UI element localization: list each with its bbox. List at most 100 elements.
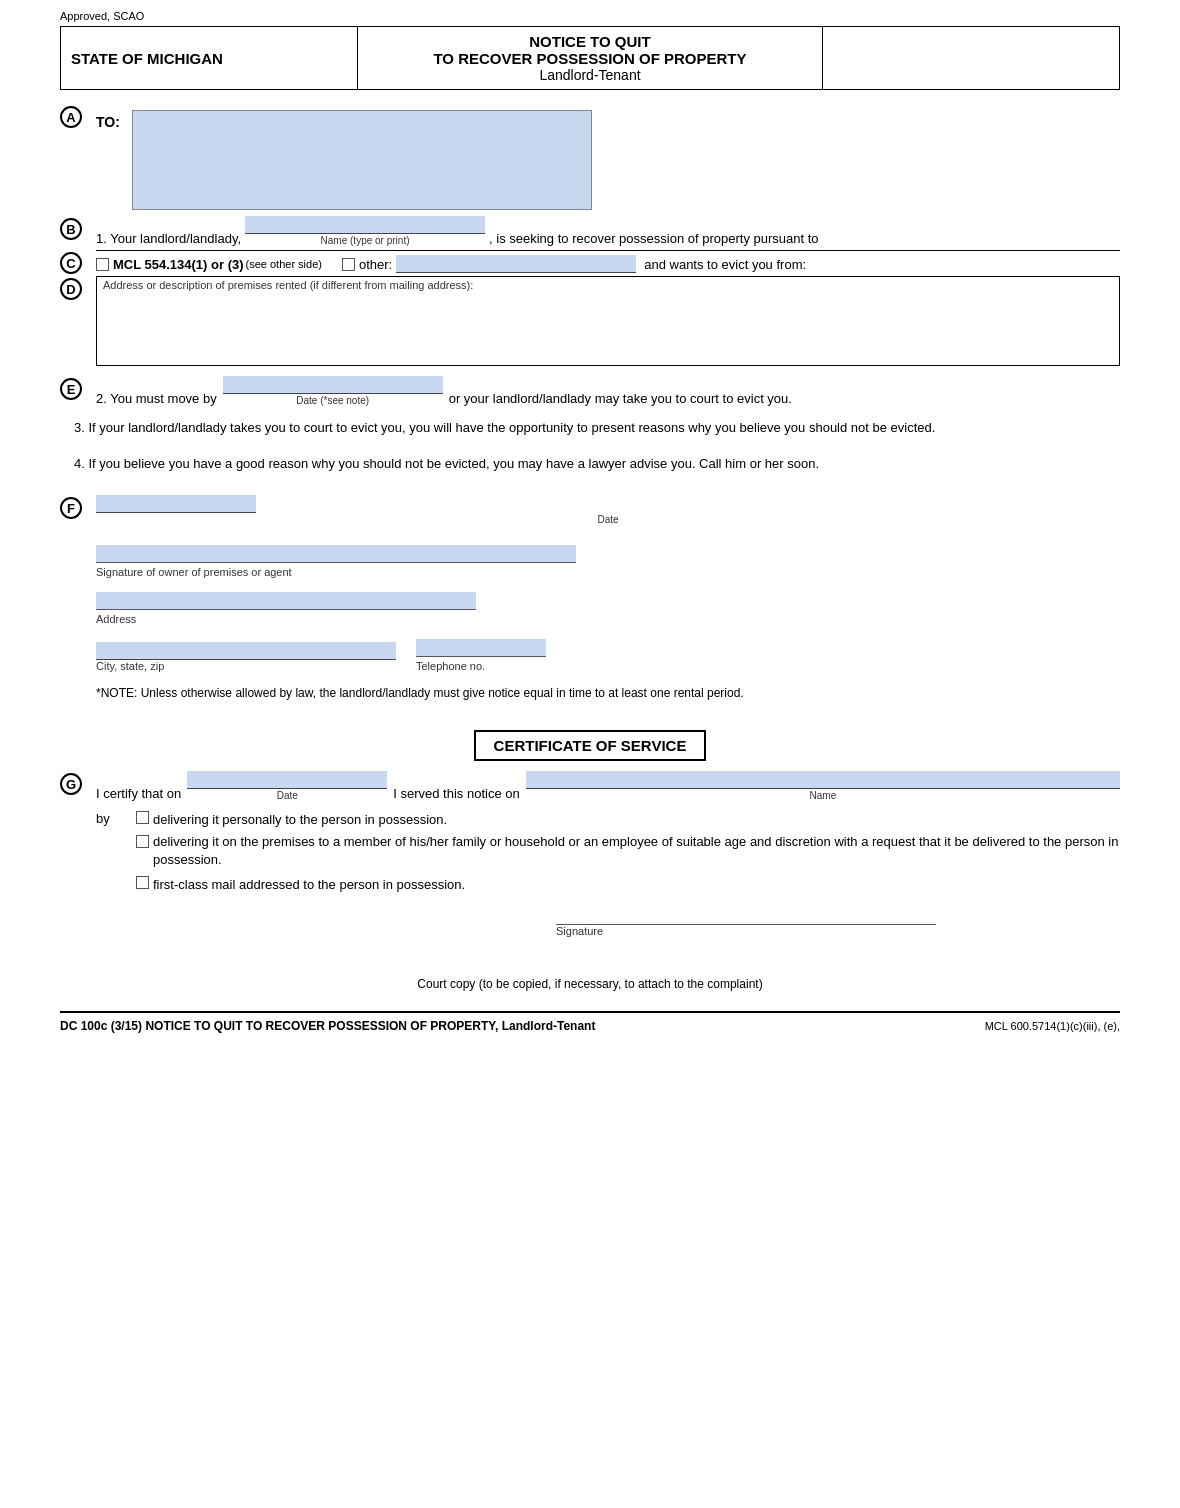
f-tel-field[interactable] <box>416 639 546 657</box>
f-date-label: Date <box>96 514 1120 525</box>
header-title1: NOTICE TO QUIT <box>368 33 813 50</box>
header-state: STATE OF MICHIGAN <box>61 27 358 90</box>
section-g-content: I certify that on Date I served this not… <box>96 771 1120 937</box>
footer-bar: DC 100c (3/15) NOTICE TO QUIT TO RECOVER… <box>60 1011 1120 1033</box>
f-city-tel-row: City, state, zip Telephone no. <box>96 639 1120 672</box>
cert-title-box: CERTIFICATE OF SERVICE <box>60 730 1120 761</box>
other-field[interactable] <box>396 255 636 273</box>
cert-name-field[interactable] <box>526 771 1120 789</box>
item3-text: 3. If your landlord/landlady takes you t… <box>60 418 1120 438</box>
section-c-side-label: C <box>60 250 96 274</box>
section-d-content: Address or description of premises rente… <box>96 276 1120 366</box>
footer-right: MCL 600.5714(1)(c)(iii), (e), <box>985 1020 1120 1032</box>
f-city-block: City, state, zip <box>96 642 396 672</box>
date-label-e: Date (*see note) <box>223 395 443 406</box>
certify-prefix: I certify that on <box>96 786 181 801</box>
to-label: TO: <box>96 114 124 130</box>
header-title3: Landlord-Tenant <box>368 67 813 83</box>
sig-owner-field[interactable] <box>96 545 576 563</box>
section-d-wrapper: Address or description of premises rente… <box>97 277 1119 365</box>
label-b: B <box>60 218 82 240</box>
label-f: F <box>60 497 82 519</box>
item1-row: 1. Your landlord/landlady, Name (type or… <box>96 216 1120 246</box>
to-address-field[interactable] <box>132 110 592 210</box>
mcl-checkbox[interactable] <box>96 258 109 271</box>
move-by-date-field[interactable] <box>223 376 443 394</box>
by-label: by <box>96 811 136 826</box>
section-b-side-label: B <box>60 216 96 240</box>
f-address-field[interactable] <box>96 592 476 610</box>
section-e: E 2. You must move by Date (*see note) o… <box>60 376 1120 406</box>
cert-date-label: Date <box>187 790 387 801</box>
section-a-content: TO: <box>96 104 1120 210</box>
header-right <box>823 27 1120 90</box>
section-f: F Date Signature of owner of premises or… <box>60 495 1120 700</box>
header-title2: TO RECOVER POSSESSION OF PROPERTY <box>368 50 813 67</box>
f-tel-label: Telephone no. <box>416 660 546 672</box>
premises-label: Address or description of premises rente… <box>103 279 1113 291</box>
delivery1-item: delivering it personally to the person i… <box>136 811 1120 829</box>
section-g: G I certify that on Date I served this n… <box>60 771 1120 937</box>
label-e: E <box>60 378 82 400</box>
f-date-block: Date <box>96 495 1120 525</box>
delivery1-checkbox[interactable] <box>136 811 149 824</box>
footer-form-title: NOTICE TO QUIT TO RECOVER POSSESSION OF … <box>145 1019 595 1033</box>
footer-left: DC 100c (3/15) NOTICE TO QUIT TO RECOVER… <box>60 1019 595 1033</box>
name-label: Name (type or print) <box>245 235 485 246</box>
delivery2-text: delivering it on the premises to a membe… <box>153 833 1120 869</box>
delivery3-item: first-class mail addressed to the person… <box>136 876 1120 894</box>
mcl-text: MCL 554.134(1) or (3) <box>113 257 244 272</box>
delivery3-checkbox[interactable] <box>136 876 149 889</box>
certificate-section: CERTIFICATE OF SERVICE G I certify that … <box>60 730 1120 937</box>
approved-label: Approved, SCAO <box>60 10 1120 22</box>
label-g: G <box>60 773 82 795</box>
other-label: other: <box>359 257 392 272</box>
item2-suffix: or your landlord/landlady may take you t… <box>449 391 792 406</box>
certify-row: I certify that on Date I served this not… <box>96 771 1120 801</box>
certify-middle: I served this notice on <box>393 786 519 801</box>
delivery1-text: delivering it personally to the person i… <box>153 811 447 829</box>
section-d-side-label: D <box>60 276 96 300</box>
cert-sig-label: Signature <box>556 925 1120 937</box>
section-c-row: MCL 554.134(1) or (3) (see other side) o… <box>96 250 1120 273</box>
premises-field[interactable] <box>103 291 1113 361</box>
cert-date-field[interactable] <box>187 771 387 789</box>
delivery3-text: first-class mail addressed to the person… <box>153 876 465 894</box>
delivery2-checkbox[interactable] <box>136 835 149 848</box>
landlord-name-field[interactable] <box>245 216 485 234</box>
item1-prefix: 1. Your landlord/landlady, <box>96 231 241 246</box>
item2-row: 2. You must move by Date (*see note) or … <box>96 376 1120 406</box>
section-a: A TO: <box>60 104 1120 210</box>
sig-owner-label: Signature of owner of premises or agent <box>96 566 1120 578</box>
by-row: by delivering it personally to the perso… <box>96 811 1120 894</box>
other-checkbox[interactable] <box>342 258 355 271</box>
item4-text: 4. If you believe you have a good reason… <box>60 454 1120 474</box>
section-f-side-label: F <box>60 495 96 519</box>
f-address-block: Address <box>96 592 1120 625</box>
footer-form-id: DC 100c (3/15) <box>60 1019 142 1033</box>
header-table: STATE OF MICHIGAN NOTICE TO QUIT TO RECO… <box>60 26 1120 90</box>
section-e-content: 2. You must move by Date (*see note) or … <box>96 376 1120 406</box>
f-note: *NOTE: Unless otherwise allowed by law, … <box>96 686 1120 700</box>
court-copy: Court copy (to be copied, if necessary, … <box>60 977 1120 991</box>
section-c-content: MCL 554.134(1) or (3) (see other side) o… <box>96 250 1120 273</box>
section-g-side-label: G <box>60 771 96 795</box>
f-date-field[interactable] <box>96 495 256 513</box>
label-a: A <box>60 106 82 128</box>
to-line: TO: <box>96 110 1120 210</box>
delivery2-item: delivering it on the premises to a membe… <box>136 833 1120 869</box>
cert-title: CERTIFICATE OF SERVICE <box>474 730 707 761</box>
section-a-side-label: A <box>60 104 96 128</box>
checkbox-items: delivering it personally to the person i… <box>136 811 1120 894</box>
f-city-field[interactable] <box>96 642 396 660</box>
mcl-note: (see other side) <box>246 258 322 270</box>
cert-name-label: Name <box>526 790 1120 801</box>
section-e-side-label: E <box>60 376 96 400</box>
label-d: D <box>60 278 82 300</box>
section-c: C MCL 554.134(1) or (3) (see other side)… <box>60 250 1120 274</box>
section-d: D Address or description of premises ren… <box>60 276 1120 366</box>
header-center: NOTICE TO QUIT TO RECOVER POSSESSION OF … <box>357 27 823 90</box>
f-city-label: City, state, zip <box>96 660 396 672</box>
f-sig-block: Signature of owner of premises or agent <box>96 545 1120 578</box>
item2-prefix: 2. You must move by <box>96 391 217 406</box>
